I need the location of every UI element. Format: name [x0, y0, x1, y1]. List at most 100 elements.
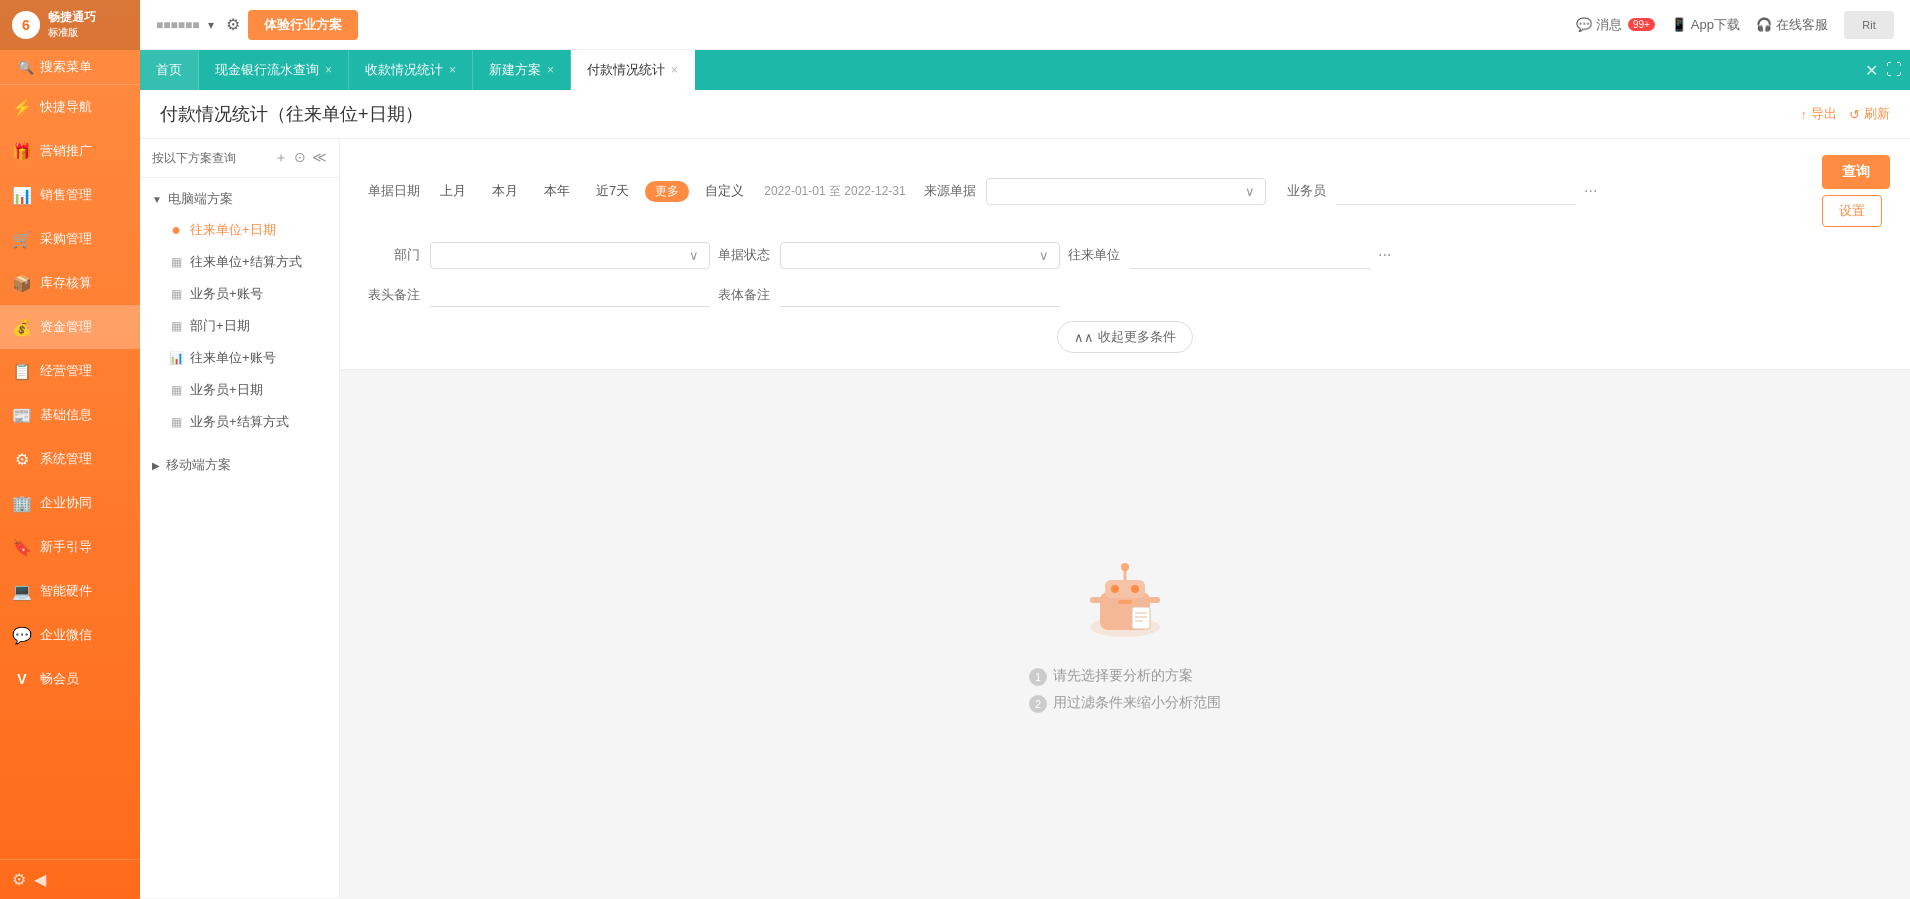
sidebar-item-quick-nav[interactable]: ⚡ 快捷导航	[0, 85, 140, 129]
dept-select[interactable]: ∨	[430, 242, 710, 269]
trial-scheme-button[interactable]: 体验行业方案	[248, 10, 358, 40]
sidebar-search[interactable]: 🔍 搜索菜单	[0, 50, 140, 85]
scheme-sidebar: 按以下方案查询 ＋ ⊙ ≪ ▼ 电脑端方案 ● 往来单位+日期	[140, 139, 340, 898]
source-voucher-select[interactable]: ∨	[986, 178, 1266, 205]
filter-row-1: 单据日期 上月 本月 本年 近7天 更多 自定义 2022-01-01 至 20…	[360, 155, 1890, 227]
sidebar-item-sales[interactable]: 📊 销售管理	[0, 173, 140, 217]
topbar-dropdown-icon[interactable]: ▾	[208, 18, 214, 32]
settings-footer-icon[interactable]: ⚙	[12, 870, 26, 889]
export-button[interactable]: ↑ 导出	[1801, 105, 1838, 123]
scheme-icon-unit-settle: ▦	[168, 254, 184, 270]
mobile-group-header[interactable]: ▶ 移动端方案	[140, 450, 339, 480]
tab-payment-stat[interactable]: 付款情况统计 ×	[571, 50, 695, 90]
sidebar-logo: 6 畅捷通巧 标准版	[0, 0, 140, 50]
mobile-scheme-group: ▶ 移动端方案	[140, 444, 339, 486]
app-download-icon: 📱	[1671, 17, 1687, 32]
tab-bank-flow-close[interactable]: ×	[325, 63, 332, 77]
dept-label: 部门	[360, 246, 430, 264]
sidebar-item-purchase[interactable]: 🛒 采购管理	[0, 217, 140, 261]
topbar-right: 💬 消息 99+ 📱 App下载 🎧 在线客服 Rit	[1576, 11, 1894, 39]
empty-state: 1 请先选择要分析的方案 2 用过滤条件来缩小分析范围	[1029, 547, 1221, 721]
sidebar-item-vip[interactable]: V 畅会员	[0, 657, 140, 701]
page-header: 付款情况统计（往来单位+日期） ↑ 导出 ↺ 刷新	[140, 90, 1910, 139]
corp-wechat-icon: 💬	[12, 625, 32, 645]
tab-bank-flow[interactable]: 现金银行流水查询 ×	[199, 50, 349, 90]
collapse-scheme-icon[interactable]: ≪	[312, 149, 327, 167]
sidebar-item-corp-coop[interactable]: 🏢 企业协同	[0, 481, 140, 525]
sidebar-item-finance[interactable]: 💰 资金管理	[0, 305, 140, 349]
svg-rect-6	[1090, 597, 1102, 603]
sidebar-item-guide[interactable]: 🔖 新手引导	[0, 525, 140, 569]
sales-icon: 📊	[12, 185, 32, 205]
date-option-this-year[interactable]: 本年	[534, 179, 580, 203]
sidebar-item-inventory[interactable]: 📦 库存核算	[0, 261, 140, 305]
topbar-online-service[interactable]: 🎧 在线客服	[1756, 16, 1828, 34]
sidebar-item-basic-info[interactable]: 📰 基础信息	[0, 393, 140, 437]
scheme-item-unit-date[interactable]: ● 往来单位+日期	[140, 214, 339, 246]
svg-point-4	[1131, 585, 1139, 593]
topbar-settings-icon[interactable]: ⚙	[226, 15, 240, 34]
app-edition: 标准版	[48, 26, 96, 40]
sidebar-item-system[interactable]: ⚙ 系统管理	[0, 437, 140, 481]
date-option-more[interactable]: 更多	[645, 181, 689, 202]
empty-icon	[1065, 547, 1185, 647]
date-option-custom[interactable]: 自定义	[695, 179, 754, 203]
query-button[interactable]: 查询	[1822, 155, 1890, 189]
scheme-sidebar-header: 按以下方案查询 ＋ ⊙ ≪	[140, 139, 339, 178]
date-option-last-month[interactable]: 上月	[430, 179, 476, 203]
scheme-item-staff-date[interactable]: ▦ 业务员+日期	[140, 374, 339, 406]
topbar-app-download[interactable]: 📱 App下载	[1671, 16, 1740, 34]
date-range-display: 2022-01-01 至 2022-12-31	[764, 183, 905, 200]
tab-new-scheme[interactable]: 新建方案 ×	[473, 50, 571, 90]
settings-button[interactable]: 设置	[1822, 195, 1882, 227]
refresh-button[interactable]: ↺ 刷新	[1849, 105, 1890, 123]
scheme-item-staff-account[interactable]: ▦ 业务员+账号	[140, 278, 339, 310]
filter-row-2: 部门 ∨ 单据状态 ∨ 往来单位 ···	[360, 241, 1890, 269]
salesman-input-area[interactable]	[1336, 177, 1576, 205]
filter-date-content: 上月 本月 本年 近7天 更多 自定义 2022-01-01 至 2022-12…	[430, 179, 916, 203]
body-note-input[interactable]	[780, 283, 1060, 307]
tab-payment-stat-close[interactable]: ×	[671, 63, 678, 77]
salesman-dots-icon[interactable]: ···	[1584, 182, 1597, 200]
date-option-this-month[interactable]: 本月	[482, 179, 528, 203]
tab-home[interactable]: 首页	[140, 50, 199, 90]
sidebar-item-marketing[interactable]: 🎁 营销推广	[0, 129, 140, 173]
partner-input-area[interactable]	[1130, 241, 1370, 269]
add-scheme-icon[interactable]: ＋	[274, 149, 288, 167]
collapse-sidebar-icon[interactable]: ◀	[34, 870, 46, 889]
refresh-icon: ↺	[1849, 107, 1860, 122]
sidebar-item-corp-wechat[interactable]: 💬 企业微信	[0, 613, 140, 657]
tab-close-all-icon[interactable]: ✕	[1865, 61, 1878, 80]
scheme-active-icon: ●	[168, 222, 184, 238]
tab-receipts-stat[interactable]: 收款情况统计 ×	[349, 50, 473, 90]
finance-icon: 💰	[12, 317, 32, 337]
tab-expand-icon[interactable]: ⛶	[1886, 61, 1902, 79]
voucher-status-arrow-icon: ∨	[1039, 248, 1049, 263]
settings-scheme-icon[interactable]: ⊙	[294, 149, 306, 167]
scheme-item-unit-settle[interactable]: ▦ 往来单位+结算方式	[140, 246, 339, 278]
user-avatar[interactable]: Rit	[1844, 11, 1894, 39]
sidebar-item-smart-hw[interactable]: 💻 智能硬件	[0, 569, 140, 613]
collapse-filters-button[interactable]: ∧∧ 收起更多条件	[1057, 321, 1193, 353]
header-note-input[interactable]	[430, 283, 710, 307]
scheme-item-dept-date[interactable]: ▦ 部门+日期	[140, 310, 339, 342]
partner-label: 往来单位	[1060, 246, 1130, 264]
tab-receipts-stat-close[interactable]: ×	[449, 63, 456, 77]
scheme-icon-staff-settle: ▦	[168, 414, 184, 430]
sidebar-item-operation[interactable]: 📋 经营管理	[0, 349, 140, 393]
partner-dots-icon[interactable]: ···	[1378, 246, 1391, 264]
scheme-item-staff-settle[interactable]: ▦ 业务员+结算方式	[140, 406, 339, 438]
tab-new-scheme-close[interactable]: ×	[547, 63, 554, 77]
scheme-item-unit-account[interactable]: 📊 往来单位+账号	[140, 342, 339, 374]
pc-group-header[interactable]: ▼ 电脑端方案	[140, 184, 339, 214]
system-icon: ⚙	[12, 449, 32, 469]
topbar-message[interactable]: 💬 消息 99+	[1576, 16, 1655, 34]
sidebar: 6 畅捷通巧 标准版 🔍 搜索菜单 ⚡ 快捷导航 🎁 营销推广 📊 销售管理 🛒…	[0, 0, 140, 899]
voucher-status-select[interactable]: ∨	[780, 242, 1060, 269]
quick-nav-icon: ⚡	[12, 97, 32, 117]
page-content: 付款情况统计（往来单位+日期） ↑ 导出 ↺ 刷新 按以下方案查询 ＋	[140, 90, 1910, 899]
svg-rect-5	[1118, 600, 1132, 604]
empty-tip-2: 2 用过滤条件来缩小分析范围	[1029, 694, 1221, 713]
date-option-7days[interactable]: 近7天	[586, 179, 639, 203]
topbar: ■■■■■■ ▾ ⚙ 体验行业方案 💬 消息 99+ 📱 App下载 🎧 在线客…	[140, 0, 1910, 50]
